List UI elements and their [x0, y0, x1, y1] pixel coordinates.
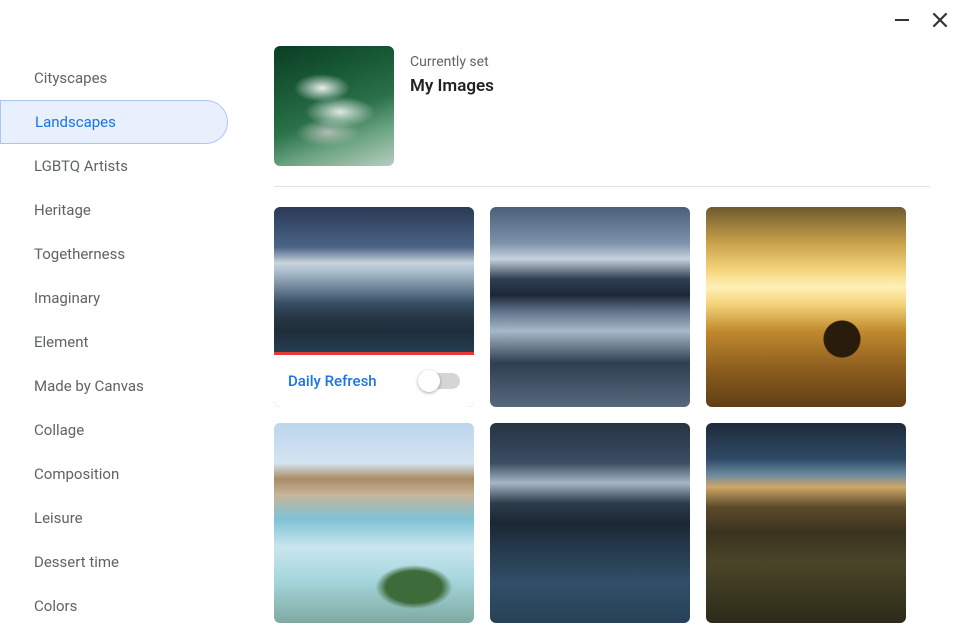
category-sidebar: Cityscapes Landscapes LGBTQ Artists Heri… — [0, 44, 232, 642]
sidebar-item-collage[interactable]: Collage — [0, 408, 228, 452]
sidebar-item-label: Imaginary — [34, 289, 100, 307]
sidebar-item-lgbtq-artists[interactable]: LGBTQ Artists — [0, 144, 228, 188]
window-controls — [892, 10, 950, 30]
sidebar-item-imaginary[interactable]: Imaginary — [0, 276, 228, 320]
sidebar-item-label: LGBTQ Artists — [34, 157, 128, 175]
sidebar-item-label: Leisure — [34, 509, 83, 527]
currently-set-label: Currently set — [410, 54, 494, 70]
daily-refresh-label: Daily Refresh — [288, 372, 377, 390]
wallpaper-thumbnail — [706, 207, 906, 407]
sidebar-item-heritage[interactable]: Heritage — [0, 188, 228, 232]
sidebar-item-label: Cityscapes — [34, 69, 107, 87]
sidebar-item-element[interactable]: Element — [0, 320, 228, 364]
sidebar-item-leisure[interactable]: Leisure — [0, 496, 228, 540]
sidebar-item-cityscapes[interactable]: Cityscapes — [0, 56, 228, 100]
daily-refresh-bar: Daily Refresh — [274, 355, 474, 407]
sidebar-item-label: Element — [34, 333, 88, 351]
wallpaper-tile[interactable] — [274, 423, 474, 623]
sidebar-item-colors[interactable]: Colors — [0, 584, 228, 628]
sidebar-item-togetherness[interactable]: Togetherness — [0, 232, 228, 276]
wallpaper-tile[interactable] — [706, 423, 906, 623]
minimize-button[interactable] — [892, 10, 912, 30]
sidebar-item-label: Landscapes — [35, 113, 116, 131]
sidebar-item-composition[interactable]: Composition — [0, 452, 228, 496]
current-wallpaper-info: Currently set My Images — [410, 46, 494, 96]
wallpaper-thumbnail — [490, 207, 690, 407]
daily-refresh-toggle[interactable] — [420, 373, 460, 389]
sidebar-item-dessert-time[interactable]: Dessert time — [0, 540, 228, 584]
sidebar-item-label: Colors — [34, 597, 77, 615]
sidebar-item-label: Collage — [34, 421, 84, 439]
currently-set-value: My Images — [410, 76, 494, 96]
wallpaper-thumbnail — [490, 423, 690, 623]
wallpaper-thumbnail — [274, 423, 474, 623]
wallpaper-tile-daily-refresh[interactable]: Daily Refresh — [274, 207, 474, 407]
wallpaper-tile[interactable] — [490, 207, 690, 407]
sidebar-item-label: Composition — [34, 465, 119, 483]
sidebar-item-landscapes[interactable]: Landscapes — [0, 100, 228, 144]
sidebar-item-made-by-canvas[interactable]: Made by Canvas — [0, 364, 228, 408]
wallpaper-tile[interactable] — [706, 207, 906, 407]
main-content: Currently set My Images Daily Refresh — [232, 44, 964, 642]
wallpaper-tile[interactable] — [490, 423, 690, 623]
sidebar-item-label: Made by Canvas — [34, 377, 144, 395]
current-wallpaper-header: Currently set My Images — [274, 46, 930, 187]
sidebar-item-label: Dessert time — [34, 553, 119, 571]
current-wallpaper-thumbnail[interactable] — [274, 46, 394, 166]
close-button[interactable] — [930, 10, 950, 30]
sidebar-item-label: Togetherness — [34, 245, 125, 263]
sidebar-item-label: Heritage — [34, 201, 91, 219]
wallpaper-thumbnail — [706, 423, 906, 623]
wallpaper-grid: Daily Refresh — [274, 207, 930, 623]
